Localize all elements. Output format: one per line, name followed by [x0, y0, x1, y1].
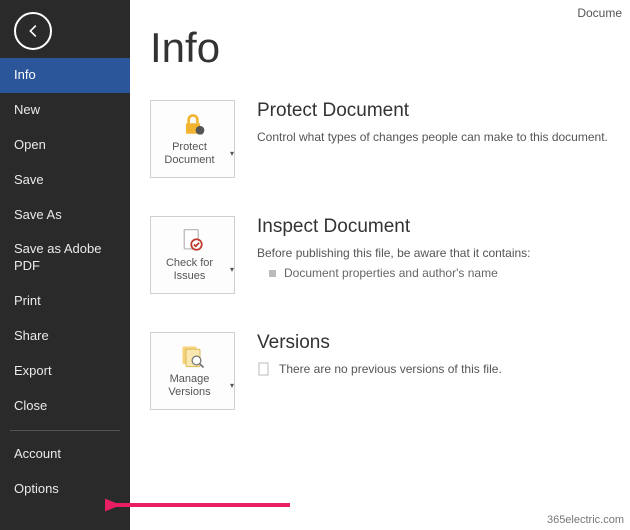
content: Docume Info Protect Document▾ Protect Do…	[130, 0, 630, 530]
nav-list: Info New Open Save Save As Save as Adobe…	[0, 58, 130, 507]
bullet-icon	[269, 270, 276, 277]
arrow-left-icon	[24, 22, 42, 40]
annotation-arrow-icon	[105, 495, 295, 515]
nav-divider	[10, 430, 120, 431]
manage-versions-button[interactable]: Manage Versions▾	[150, 332, 235, 410]
watermark: 365electric.com	[547, 514, 624, 526]
nav-item-open[interactable]: Open	[0, 128, 130, 163]
nav-item-export[interactable]: Export	[0, 354, 130, 389]
nav-item-save-as[interactable]: Save As	[0, 198, 130, 233]
chevron-down-icon: ▾	[230, 265, 234, 275]
nav-item-print[interactable]: Print	[0, 284, 130, 319]
tile-label: Check for Issues▾	[151, 257, 234, 283]
nav-item-new[interactable]: New	[0, 93, 130, 128]
sidebar: Info New Open Save Save As Save as Adobe…	[0, 0, 130, 530]
nav-item-save[interactable]: Save	[0, 163, 130, 198]
section-text: There are no previous versions of this f…	[279, 360, 502, 378]
nav-item-close[interactable]: Close	[0, 389, 130, 424]
nav-item-share[interactable]: Share	[0, 319, 130, 354]
section-text: Before publishing this file, be aware th…	[257, 244, 620, 262]
chevron-down-icon: ▾	[230, 149, 234, 159]
versions-icon	[178, 343, 208, 371]
chevron-down-icon: ▾	[230, 381, 234, 391]
page-icon	[257, 362, 271, 376]
section-versions: Manage Versions▾ Versions There are no p…	[150, 332, 630, 410]
back-button[interactable]	[14, 12, 52, 50]
section-title: Inspect Document	[257, 216, 620, 238]
section-title: Versions	[257, 332, 620, 354]
bullet-row: Document properties and author's name	[269, 266, 620, 280]
versions-row: There are no previous versions of this f…	[257, 360, 620, 378]
page-title: Info	[150, 24, 630, 72]
protect-document-button[interactable]: Protect Document▾	[150, 100, 235, 178]
nav-item-account[interactable]: Account	[0, 437, 130, 472]
lock-icon	[178, 111, 208, 139]
section-inspect: Check for Issues▾ Inspect Document Befor…	[150, 216, 630, 294]
nav-item-info[interactable]: Info	[0, 58, 130, 93]
doc-label: Docume	[577, 6, 622, 20]
section-text: Control what types of changes people can…	[257, 128, 620, 146]
bullet-text: Document properties and author's name	[284, 266, 498, 280]
check-for-issues-button[interactable]: Check for Issues▾	[150, 216, 235, 294]
tile-label: Manage Versions▾	[151, 373, 234, 399]
document-check-icon	[178, 227, 208, 255]
nav-item-save-adobe[interactable]: Save as Adobe PDF	[0, 232, 130, 284]
section-protect: Protect Document▾ Protect Document Contr…	[150, 100, 630, 178]
tile-label: Protect Document▾	[151, 141, 234, 167]
section-title: Protect Document	[257, 100, 620, 122]
